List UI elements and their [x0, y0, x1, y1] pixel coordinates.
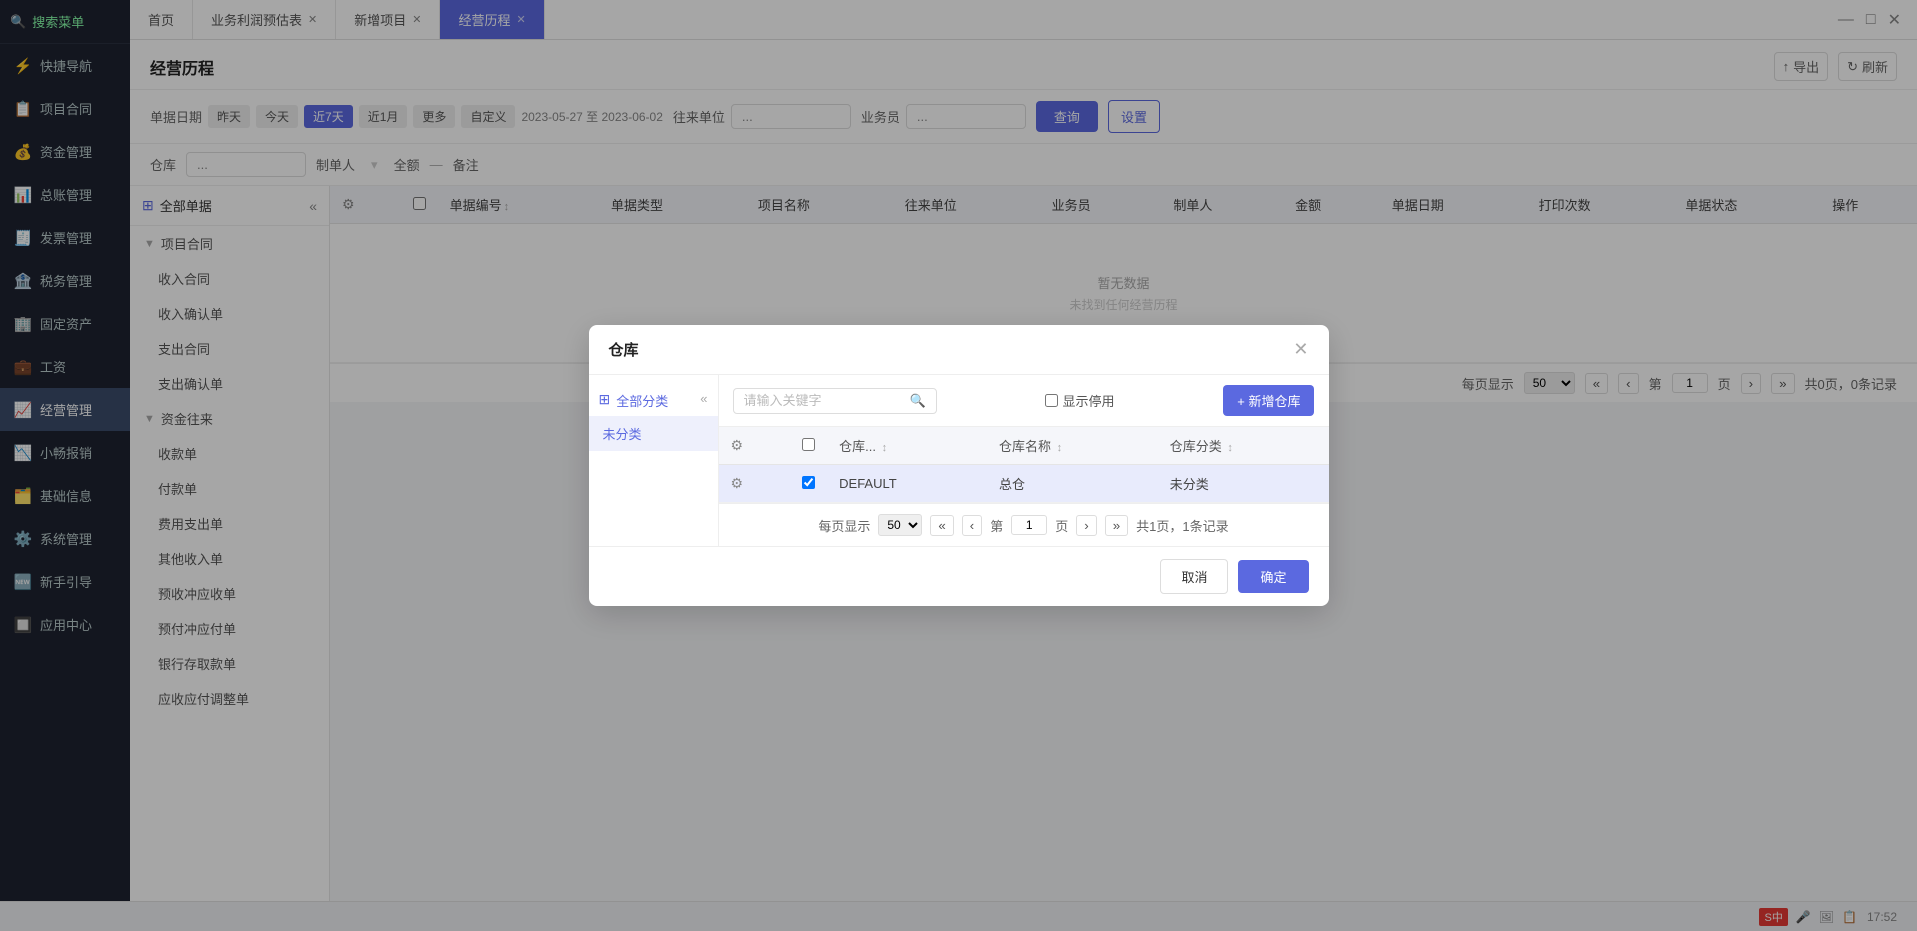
modal-col-category: 仓库分类 ↕ — [1158, 427, 1329, 465]
modal-search-box[interactable]: 🔍 — [733, 388, 937, 414]
row-category: 未分类 — [1158, 465, 1329, 503]
row-name: 总仓 — [987, 465, 1158, 503]
unclassified-label: 未分类 — [603, 424, 642, 443]
modal-col-code: 仓库... ↕ — [827, 427, 987, 465]
row-gear: ⚙ — [719, 465, 791, 503]
modal-page-size-select[interactable]: 50 — [878, 514, 922, 536]
sidebar-toggle-icon[interactable]: « — [700, 391, 707, 410]
row-code: DEFAULT — [827, 465, 987, 503]
modal-header: 仓库 ✕ — [589, 325, 1329, 375]
modal-col-checkbox[interactable] — [790, 427, 827, 465]
modal-close-btn[interactable]: ✕ — [1293, 339, 1308, 360]
modal-main: 🔍 显示停用 + 新增仓库 ⚙ — [719, 375, 1329, 546]
all-category-icon: ⊞ — [599, 391, 611, 410]
modal-title: 仓库 — [609, 339, 639, 360]
show-disabled-checkbox[interactable] — [1045, 394, 1058, 407]
modal-footer-actions: 取消 确定 — [589, 546, 1329, 606]
modal-table: ⚙ 仓库... ↕ 仓库名称 ↕ — [719, 427, 1329, 503]
modal-prev-page[interactable]: ‹ — [962, 515, 982, 536]
modal-total-label: 共1页，1条记录 — [1136, 516, 1228, 535]
add-warehouse-btn[interactable]: + 新增仓库 — [1223, 385, 1314, 416]
modal-table-container: ⚙ 仓库... ↕ 仓库名称 ↕ — [719, 427, 1329, 503]
show-disabled-text: 显示停用 — [1062, 391, 1114, 410]
modal-col-gear[interactable]: ⚙ — [719, 427, 791, 465]
modal-sidebar: ⊞ 全部分类 « 未分类 — [589, 375, 719, 546]
modal-page-input[interactable] — [1011, 515, 1047, 535]
show-disabled-label[interactable]: 显示停用 — [1045, 391, 1114, 410]
modal-page-label: 第 — [990, 516, 1003, 535]
modal-toolbar: 🔍 显示停用 + 新增仓库 — [719, 375, 1329, 427]
modal-last-page[interactable]: » — [1105, 515, 1128, 536]
modal-page-unit: 页 — [1055, 516, 1068, 535]
modal-search-icon[interactable]: 🔍 — [910, 393, 926, 409]
modal-body: ⊞ 全部分类 « 未分类 🔍 显示停用 — [589, 375, 1329, 546]
table-row[interactable]: ⚙ DEFAULT 总仓 未分类 — [719, 465, 1329, 503]
row-select-checkbox[interactable] — [802, 476, 815, 489]
modal-next-page[interactable]: › — [1076, 515, 1096, 536]
modal-col-name: 仓库名称 ↕ — [987, 427, 1158, 465]
modal-sidebar-collapse-btn[interactable]: ⊞ 全部分类 « — [589, 385, 718, 416]
modal-select-all[interactable] — [802, 438, 815, 451]
modal-search-input[interactable] — [744, 393, 904, 408]
row-checkbox[interactable] — [790, 465, 827, 503]
confirm-button[interactable]: 确定 — [1238, 560, 1308, 593]
modal-sidebar-item-unclassified[interactable]: 未分类 — [589, 416, 718, 451]
modal-first-page[interactable]: « — [930, 515, 953, 536]
modal-overlay[interactable]: 仓库 ✕ ⊞ 全部分类 « 未分类 — [0, 0, 1917, 931]
cancel-button[interactable]: 取消 — [1160, 559, 1228, 594]
warehouse-modal: 仓库 ✕ ⊞ 全部分类 « 未分类 — [589, 325, 1329, 606]
modal-pagination: 每页显示 50 « ‹ 第 页 › » 共1页，1条记录 — [719, 503, 1329, 546]
all-category-label[interactable]: 全部分类 — [610, 391, 700, 410]
modal-page-size-label: 每页显示 — [818, 516, 870, 535]
